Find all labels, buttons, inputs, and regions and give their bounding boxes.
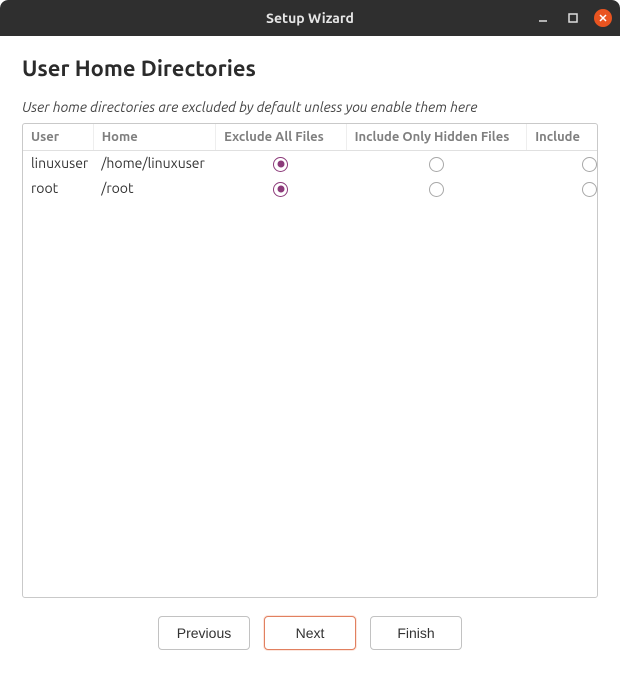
column-header-include[interactable]: Include (527, 124, 597, 151)
table-header-row: User Home Exclude All Files Include Only… (23, 124, 597, 151)
table-row[interactable]: linuxuser /home/linuxuser (23, 151, 597, 176)
users-table: User Home Exclude All Files Include Only… (23, 124, 597, 201)
previous-button[interactable]: Previous (158, 616, 250, 650)
radio-include[interactable] (582, 182, 597, 197)
radio-exclude-all[interactable] (273, 182, 288, 197)
page-title: User Home Directories (22, 56, 598, 81)
titlebar: Setup Wizard (0, 0, 620, 36)
cell-user: root (23, 176, 93, 201)
setup-wizard-window: Setup Wizard User Home Directories User … (0, 0, 620, 682)
next-button[interactable]: Next (264, 616, 356, 650)
window-controls (534, 9, 612, 27)
column-header-include-hidden[interactable]: Include Only Hidden Files (346, 124, 527, 151)
radio-exclude-all[interactable] (273, 157, 288, 172)
maximize-icon[interactable] (564, 9, 582, 27)
cell-home: /root (93, 176, 215, 201)
wizard-footer: Previous Next Finish (22, 598, 598, 672)
wizard-content: User Home Directories User home director… (0, 36, 620, 682)
minimize-icon[interactable] (534, 9, 552, 27)
column-header-exclude-all[interactable]: Exclude All Files (216, 124, 346, 151)
column-header-user[interactable]: User (23, 124, 93, 151)
column-header-home[interactable]: Home (93, 124, 215, 151)
radio-include[interactable] (582, 157, 597, 172)
radio-include-hidden[interactable] (429, 157, 444, 172)
users-table-container: User Home Exclude All Files Include Only… (22, 123, 598, 598)
close-icon[interactable] (594, 9, 612, 27)
window-title: Setup Wizard (266, 10, 354, 26)
table-row[interactable]: root /root (23, 176, 597, 201)
cell-home: /home/linuxuser (93, 151, 215, 176)
radio-include-hidden[interactable] (429, 182, 444, 197)
finish-button[interactable]: Finish (370, 616, 462, 650)
page-subtitle: User home directories are excluded by de… (22, 99, 598, 115)
cell-user: linuxuser (23, 151, 93, 176)
